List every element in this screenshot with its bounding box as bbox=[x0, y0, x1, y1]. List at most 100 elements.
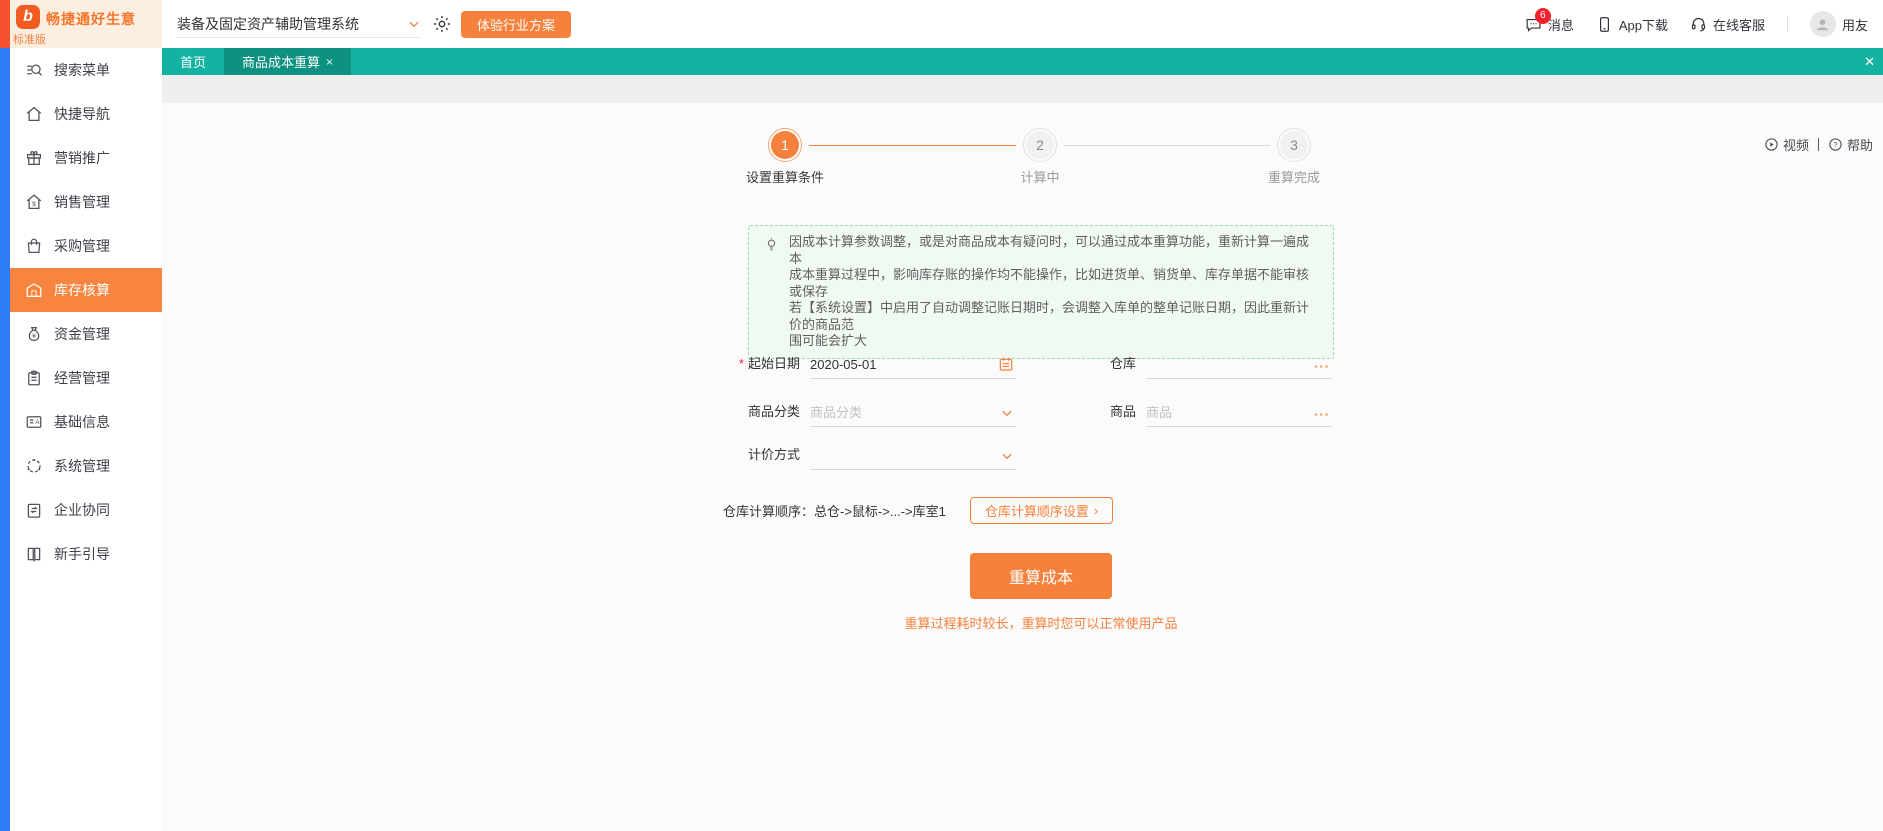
recalculate-note: 重算过程耗时较长，重算时您可以正常使用产品 bbox=[904, 616, 1178, 631]
sidebar-item-operations[interactable]: 经营管理 bbox=[0, 356, 162, 400]
tab-home[interactable]: 首页 bbox=[162, 48, 224, 75]
sidebar-item-guide[interactable]: 新手引导 bbox=[0, 532, 162, 576]
pricing-select[interactable] bbox=[810, 443, 1016, 468]
gear-icon[interactable] bbox=[432, 14, 452, 34]
app-download-button[interactable]: App下载 bbox=[1596, 15, 1668, 34]
ellipsis-picker-icon[interactable]: ··· bbox=[1314, 408, 1330, 421]
help-links: 视频 ? 帮助 bbox=[1764, 135, 1873, 154]
required-asterisk: * bbox=[738, 356, 744, 371]
id-card-icon: A bbox=[26, 416, 42, 428]
warehouse-icon bbox=[26, 283, 42, 298]
warehouse-order-text: 仓库计算顺序：总仓->鼠标->...->库室1 bbox=[723, 501, 946, 520]
warehouse-order-label: 仓库计算顺序： bbox=[723, 504, 815, 519]
main-region: 装备及固定资产辅助管理系统 体验行业方案 消息 6 App下载 在线客服 用友 … bbox=[162, 0, 1883, 831]
system-select[interactable]: 装备及固定资产辅助管理系统 bbox=[177, 10, 421, 38]
top-bar: 装备及固定资产辅助管理系统 体验行业方案 消息 6 App下载 在线客服 用友 bbox=[162, 0, 1883, 48]
start-date-label: * 起始日期 bbox=[738, 356, 800, 371]
sidebar-item-collaboration[interactable]: 企业协同 bbox=[0, 488, 162, 532]
sidebar-item-label: 搜索菜单 bbox=[54, 62, 110, 78]
warehouse-row: 仓库 ··· bbox=[1092, 351, 1332, 379]
recalc-panel: 1 2 3 设置重算条件 计算中 重算完成 视频 ? 帮助 因成本计算参数调整，… bbox=[162, 103, 1883, 831]
chevron-down-icon[interactable] bbox=[1000, 406, 1014, 420]
sidebar-item-purchase[interactable]: 采购管理 bbox=[0, 224, 162, 268]
sidebar-item-search-menu[interactable]: 搜索菜单 bbox=[0, 48, 162, 92]
dashed-circle-icon bbox=[27, 458, 41, 473]
ellipsis-picker-icon[interactable]: ··· bbox=[1314, 360, 1330, 373]
sidebar-item-base-info[interactable]: A 基础信息 bbox=[0, 400, 162, 444]
tabbar-close-icon[interactable]: ✕ bbox=[1864, 48, 1875, 75]
home-icon bbox=[26, 106, 42, 122]
sidebar-item-marketing[interactable]: 营销推广 bbox=[0, 136, 162, 180]
warehouse-field: ··· bbox=[1146, 351, 1332, 379]
collab-icon bbox=[27, 503, 41, 518]
video-label: 视频 bbox=[1782, 138, 1809, 153]
try-industry-plan-button[interactable]: 体验行业方案 bbox=[461, 11, 572, 38]
warehouse-label: 仓库 bbox=[1109, 356, 1136, 371]
left-edge-strip bbox=[0, 0, 10, 831]
online-service-button[interactable]: 在线客服 bbox=[1690, 15, 1765, 34]
sidebar-item-system[interactable]: 系统管理 bbox=[0, 444, 162, 488]
sidebar-item-label: 新手引导 bbox=[54, 546, 110, 562]
avatar bbox=[1809, 11, 1836, 37]
help-link[interactable]: ? 帮助 bbox=[1828, 135, 1873, 154]
notice-line: 围可能会扩大 bbox=[789, 333, 868, 348]
warehouse-order-row: 仓库计算顺序：总仓->鼠标->...->库室1 仓库计算顺序设置 › bbox=[723, 497, 1114, 524]
user-menu[interactable]: 用友 bbox=[1809, 11, 1868, 37]
svg-text:$: $ bbox=[32, 201, 36, 208]
product-input[interactable] bbox=[1146, 400, 1332, 425]
sidebar-item-quick-nav[interactable]: 快捷导航 bbox=[0, 92, 162, 136]
sidebar-item-label: 采购管理 bbox=[54, 238, 110, 254]
sidebar-nav: 搜索菜单 快捷导航 营销推广 $ 销售管理 采购管理 库存核算 ¥ 资金管理 经… bbox=[0, 48, 162, 576]
sidebar-item-label: 经营管理 bbox=[54, 370, 110, 386]
start-date-input[interactable] bbox=[810, 352, 1016, 377]
gift-icon bbox=[26, 150, 42, 166]
tab-product-cost-recalc[interactable]: 商品成本重算 × bbox=[224, 48, 352, 75]
category-field bbox=[810, 399, 1016, 427]
pricing-row: 计价方式 bbox=[728, 442, 1016, 470]
category-row: 商品分类 bbox=[728, 399, 1016, 427]
play-circle-icon bbox=[1765, 138, 1778, 151]
sidebar-item-sales[interactable]: $ 销售管理 bbox=[0, 180, 162, 224]
purchase-bag-icon bbox=[27, 238, 41, 254]
svg-text:¥: ¥ bbox=[32, 333, 36, 340]
sidebar-item-label: 快捷导航 bbox=[54, 106, 110, 122]
step-2-number: 2 bbox=[1036, 137, 1044, 153]
recalculate-cost-button[interactable]: 重算成本 bbox=[970, 553, 1112, 599]
category-label: 商品分类 bbox=[747, 404, 800, 419]
sidebar-item-inventory[interactable]: 库存核算 bbox=[0, 268, 162, 312]
sidebar-item-label: 企业协同 bbox=[54, 502, 110, 518]
notice-line: 因成本计算参数调整，或是对商品成本有疑问时，可以通过成本重算功能，重新计算一遍成… bbox=[789, 234, 1310, 266]
question-circle-icon: ? bbox=[1829, 138, 1842, 151]
messages-button[interactable]: 消息 6 bbox=[1525, 7, 1574, 34]
sidebar-item-funds[interactable]: ¥ 资金管理 bbox=[0, 312, 162, 356]
step-3-circle: 3 bbox=[1277, 128, 1311, 162]
brand-logo-icon: b bbox=[16, 5, 40, 29]
tab-close-icon[interactable]: × bbox=[326, 55, 333, 69]
pricing-field bbox=[810, 442, 1016, 470]
notice-box: 因成本计算参数调整，或是对商品成本有疑问时，可以通过成本重算功能，重新计算一遍成… bbox=[748, 225, 1334, 359]
tab-label: 首页 bbox=[180, 55, 207, 70]
sidebar-item-label: 基础信息 bbox=[54, 414, 110, 430]
warehouse-order-settings-button[interactable]: 仓库计算顺序设置 › bbox=[969, 497, 1114, 524]
calendar-icon[interactable] bbox=[998, 356, 1014, 372]
sidebar-item-label: 营销推广 bbox=[54, 150, 110, 166]
category-select[interactable] bbox=[810, 400, 1016, 425]
step-2-label: 计算中 bbox=[1020, 170, 1060, 185]
step-3-number: 3 bbox=[1290, 137, 1298, 153]
online-service-label: 在线客服 bbox=[1712, 17, 1765, 33]
warehouse-order-settings-label: 仓库计算顺序设置 bbox=[984, 504, 1089, 519]
header-divider bbox=[1786, 16, 1788, 32]
step-2-circle: 2 bbox=[1023, 128, 1057, 162]
chevron-down-icon[interactable] bbox=[1000, 449, 1014, 463]
sidebar-item-label: 销售管理 bbox=[54, 194, 110, 210]
warehouse-input[interactable] bbox=[1146, 352, 1332, 377]
notice-line: 成本重算过程中，影响库存账的操作均不能操作，比如进货单、销货单、库存单据不能审核… bbox=[789, 267, 1310, 299]
clipboard-icon bbox=[28, 370, 40, 386]
tab-bar: 首页 商品成本重算 × ✕ bbox=[162, 48, 1883, 75]
pricing-label: 计价方式 bbox=[747, 447, 800, 462]
edge-strip-red bbox=[0, 0, 10, 48]
start-date-field bbox=[810, 351, 1016, 379]
sales-house-icon: $ bbox=[26, 194, 42, 210]
video-link[interactable]: 视频 bbox=[1764, 135, 1809, 154]
step-connector-1 bbox=[809, 145, 1016, 146]
